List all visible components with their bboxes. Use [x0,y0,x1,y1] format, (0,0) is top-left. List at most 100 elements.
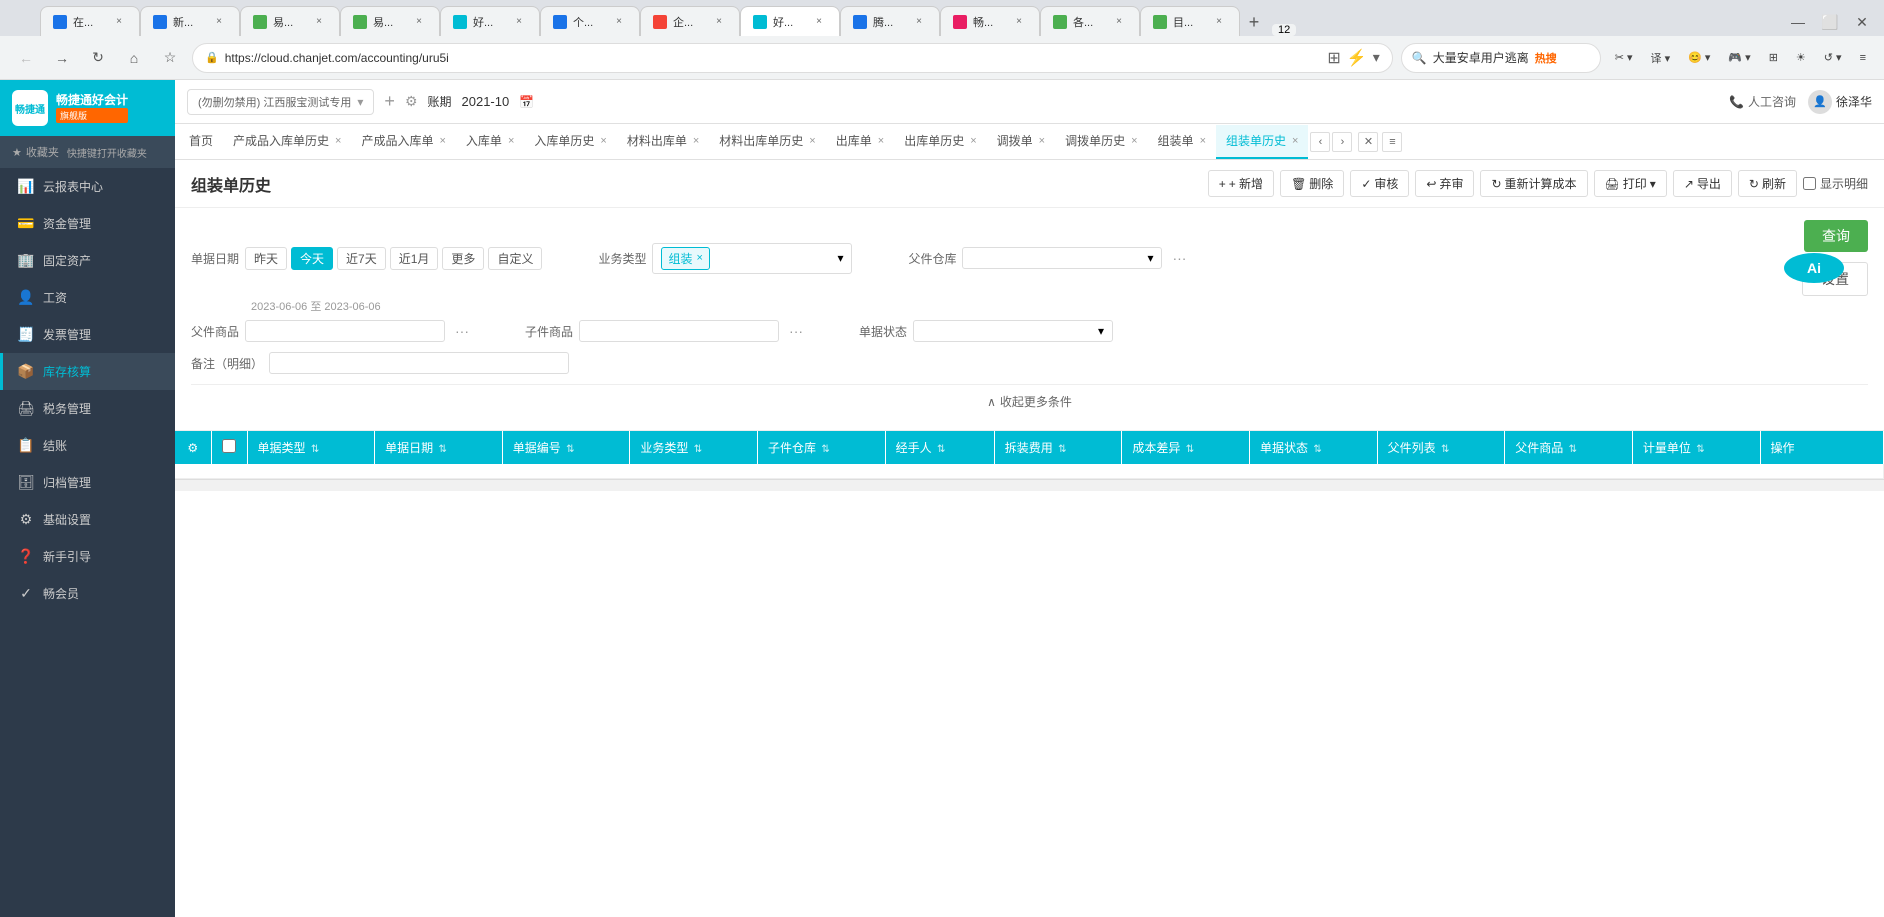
nav-tab-material-out-history-close[interactable]: × [809,135,815,147]
add-period-btn[interactable]: + [384,91,395,112]
tabs-arrow-left[interactable]: ‹ [1310,132,1330,152]
sidebar-item-tax[interactable]: 🖨 税务管理 [0,390,175,427]
translate-icon-btn[interactable]: 译 ▾ [1645,44,1677,72]
period-settings-btn[interactable]: ⚙ [405,93,418,110]
minimize-button[interactable]: — [1784,8,1812,36]
sidebar-item-membership[interactable]: ✓ 畅会员 [0,575,175,612]
nav-tab-material-out[interactable]: 材料出库单 × [617,125,709,159]
tab-close-12[interactable]: × [1211,14,1227,30]
last7days-btn[interactable]: 近7天 [337,247,386,270]
address-bar[interactable]: 🔒 https://cloud.chanjet.com/accounting/u… [192,43,1393,73]
th-order-type[interactable]: 单据类型 ⇅ [247,431,375,464]
cut-icon-btn[interactable]: ✂ ▾ [1609,44,1639,72]
nav-tab-receipt[interactable]: 入库单 × [456,125,524,159]
child-goods-input[interactable] [579,320,779,342]
refresh-action-button[interactable]: ↻ 刷新 [1738,170,1797,197]
nav-tab-product-in-history-close[interactable]: × [335,135,341,147]
tab-close-7[interactable]: × [711,14,727,30]
dropdown-icon[interactable]: ▾ [1373,49,1380,66]
abandon-button[interactable]: ↩ 弃审 [1415,170,1474,197]
tab-close-11[interactable]: × [1111,14,1127,30]
th-child-warehouse[interactable]: 子件仓库 ⇅ [758,431,886,464]
th-unit[interactable]: 计量单位 ⇅ [1632,431,1760,464]
new-tab-button[interactable]: + [1240,8,1268,36]
nav-tab-transfer-close[interactable]: × [1039,135,1045,147]
nav-tab-transfer-history[interactable]: 调拨单历史 × [1055,125,1147,159]
th-order-date[interactable]: 单据日期 ⇅ [375,431,503,464]
nav-tab-home[interactable]: 首页 [179,125,223,159]
sidebar-item-inventory[interactable]: 📦 库存核算 [0,353,175,390]
sidebar-item-reports[interactable]: 📊 云报表中心 [0,168,175,205]
more-date-btn[interactable]: 更多 [442,247,484,270]
close-window-button[interactable]: ✕ [1848,8,1876,36]
home-button[interactable]: ⌂ [120,44,148,72]
bookmark-button[interactable]: ☆ [156,44,184,72]
show-detail-checkbox-label[interactable]: 显示明细 [1803,175,1868,192]
browser-tab-8[interactable]: 好... × [740,6,840,36]
yesterday-btn[interactable]: 昨天 [245,247,287,270]
browser-tab-7[interactable]: 企... × [640,6,740,36]
company-selector[interactable]: (勿删勿禁用) 江西服宝测试专用 ▾ [187,89,374,115]
tabs-menu-btn[interactable]: ≡ [1382,132,1402,152]
browser-tab-6[interactable]: 个... × [540,6,640,36]
business-type-tag-remove[interactable]: × [696,252,702,264]
sidebar-item-archive[interactable]: 🗄 归档管理 [0,464,175,501]
tab-close-3[interactable]: × [311,14,327,30]
custom-date-btn[interactable]: 自定义 [488,247,542,270]
show-detail-checkbox[interactable] [1803,177,1816,190]
th-cost-diff[interactable]: 成本差异 ⇅ [1122,431,1250,464]
tabs-close-btn[interactable]: ✕ [1358,132,1378,152]
nav-tab-issue-close[interactable]: × [878,135,884,147]
restore-button[interactable]: ⬜ [1816,8,1844,36]
parent-warehouse-more-icon[interactable]: ··· [1172,250,1186,266]
nav-tab-issue[interactable]: 出库单 × [826,125,894,159]
print-button[interactable]: 🖨 打印 ▾ [1594,170,1667,197]
select-all-checkbox[interactable] [222,439,236,453]
nav-tab-transfer[interactable]: 调拨单 × [987,125,1055,159]
refresh-button[interactable]: ↻ [84,44,112,72]
nav-tab-receipt-history-close[interactable]: × [600,135,606,147]
delete-button[interactable]: 🗑 删除 [1280,170,1344,197]
game-icon-btn[interactable]: 🎮 ▾ [1722,44,1756,72]
nav-tab-issue-history-close[interactable]: × [970,135,976,147]
nav-tab-assembly-history[interactable]: 组装单历史 × [1216,125,1308,159]
browser-tab-9[interactable]: 腾... × [840,6,940,36]
th-parent-list[interactable]: 父件列表 ⇅ [1377,431,1505,464]
forward-button[interactable]: → [48,44,76,72]
nav-tab-transfer-history-close[interactable]: × [1131,135,1137,147]
nav-tab-material-out-history[interactable]: 材料出库单历史 × [709,125,825,159]
nav-tab-assembly[interactable]: 组装单 × [1148,125,1216,159]
browser-tab-3[interactable]: 易... × [240,6,340,36]
qr-icon[interactable]: ⊞ [1327,48,1340,68]
nav-tab-assembly-history-close[interactable]: × [1292,135,1298,147]
sidebar-item-salary[interactable]: 👤 工资 [0,279,175,316]
history-icon-btn[interactable]: ↺ ▾ [1818,44,1848,72]
customer-service-btn[interactable]: 📞 人工咨询 [1729,93,1796,110]
sidebar-item-assets[interactable]: 🏢 固定资产 [0,242,175,279]
browser-tab-4[interactable]: 易... × [340,6,440,36]
add-button[interactable]: + + 新增 [1208,170,1274,197]
tab-close-2[interactable]: × [211,14,227,30]
search-bar[interactable]: 🔍 大量安卓用户逃离 热搜 [1401,43,1601,73]
nav-tab-receipt-close[interactable]: × [508,135,514,147]
emoji-icon-btn[interactable]: 😊 ▾ [1682,44,1716,72]
tab-close-4[interactable]: × [411,14,427,30]
parent-warehouse-select[interactable]: ▾ [962,247,1162,269]
th-disassembly-fee[interactable]: 拆装费用 ⇅ [994,431,1122,464]
parent-goods-input[interactable] [245,320,445,342]
tab-close-5[interactable]: × [511,14,527,30]
sidebar-item-invoice[interactable]: 🧾 发票管理 [0,316,175,353]
th-order-status[interactable]: 单据状态 ⇅ [1250,431,1378,464]
user-info[interactable]: 👤 徐泽华 [1808,90,1872,114]
nav-tab-product-in-history[interactable]: 产成品入库单历史 × [223,125,351,159]
grid-icon-btn[interactable]: ⊞ [1763,44,1784,72]
ai-badge[interactable]: Ai [1784,253,1844,283]
browser-tab-5[interactable]: 好... × [440,6,540,36]
browser-tab-12[interactable]: 目... × [1140,6,1240,36]
tab-close-9[interactable]: × [911,14,927,30]
sidebar-item-settings[interactable]: ⚙ 基础设置 [0,501,175,538]
query-button[interactable]: 查询 [1804,220,1868,252]
back-button[interactable]: ← [12,44,40,72]
nav-tab-product-in-close[interactable]: × [439,135,445,147]
sidebar-item-finance[interactable]: 💳 资金管理 [0,205,175,242]
